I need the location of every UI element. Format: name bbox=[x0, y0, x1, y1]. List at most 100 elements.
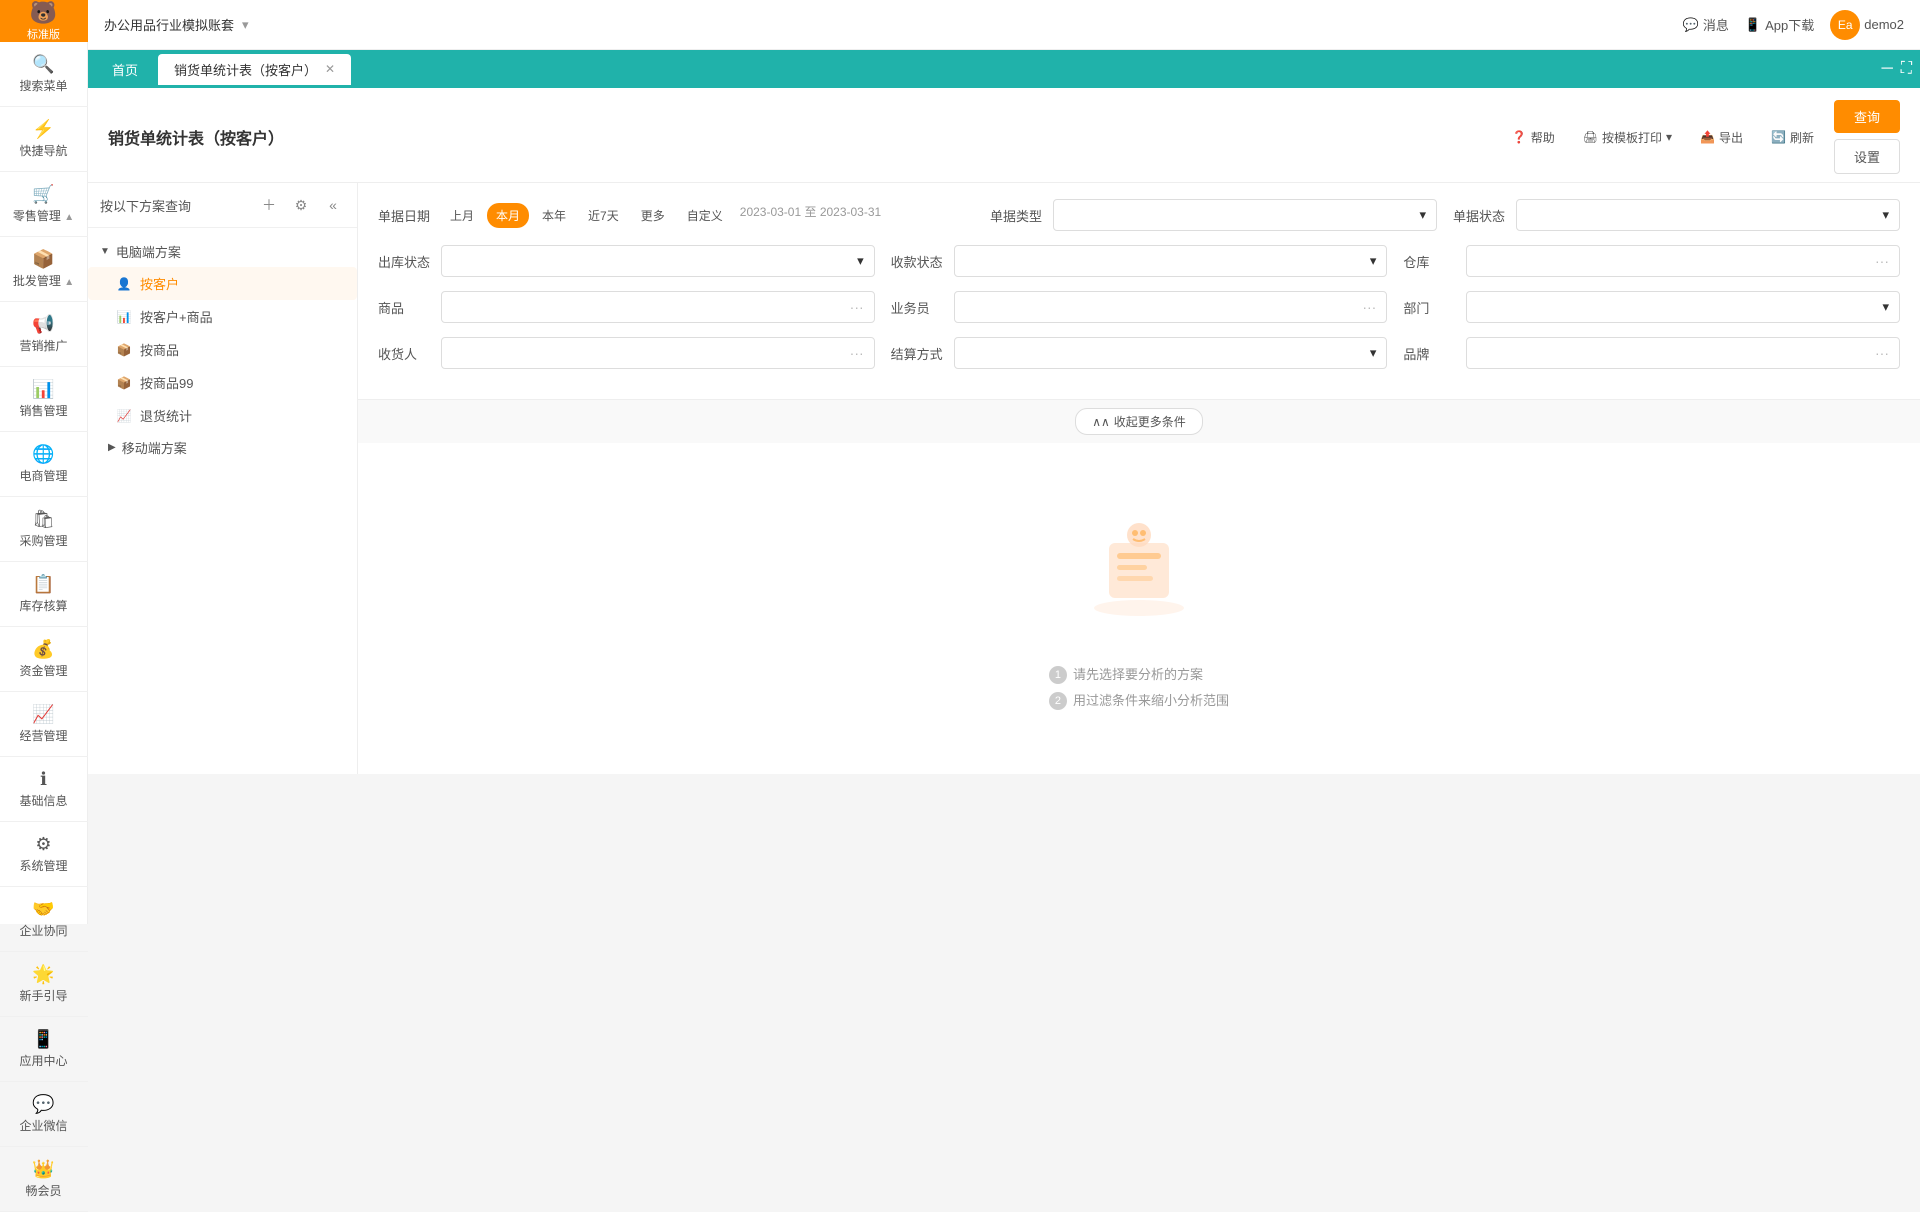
tab-stats[interactable]: 销货单统计表（按客户） ✕ bbox=[158, 54, 351, 85]
salesperson-dots: ··· bbox=[1362, 299, 1376, 315]
empty-hint-1: 1 请先选择要分析的方案 bbox=[1049, 662, 1229, 688]
sidebar-item-marketing[interactable]: 📢 营销推广 bbox=[0, 302, 88, 367]
sidebar-item-appcenter[interactable]: 📱 应用中心 bbox=[0, 1017, 88, 1082]
print-button[interactable]: 🖨 按模板打印 ▾ bbox=[1575, 125, 1680, 150]
user-profile[interactable]: Ea demo2 bbox=[1830, 10, 1904, 40]
tree-section-mobile-header[interactable]: ▶ 移动端方案 bbox=[88, 432, 357, 463]
tree-item-by-customer-goods[interactable]: 📊 按客户+商品 bbox=[88, 300, 357, 333]
filter-doctype-control[interactable]: ▾ bbox=[1053, 199, 1437, 231]
topbar-dropdown-icon[interactable]: ▾ bbox=[242, 17, 249, 33]
message-button[interactable]: 💬 消息 bbox=[1683, 15, 1729, 34]
action-buttons: 查询 设置 bbox=[1834, 100, 1900, 174]
date-tab-lastmonth[interactable]: 上月 bbox=[441, 203, 483, 228]
expand-icon: ▲ bbox=[64, 212, 74, 223]
date-range-display: 2023-03-01 至 2023-03-31 bbox=[740, 203, 881, 228]
sidebar-item-wholesale[interactable]: 📦 批发管理 ▲ bbox=[0, 237, 88, 302]
sidebar-item-shortcut[interactable]: ⚡ 快捷导航 bbox=[0, 107, 88, 172]
sidebar-item-ecommerce[interactable]: 🌐 电商管理 bbox=[0, 432, 88, 497]
tree-expand-icon: ▶ bbox=[108, 442, 116, 453]
filter-warehouse-item: 仓库 ··· bbox=[1403, 245, 1900, 277]
tab-close-icon[interactable]: ✕ bbox=[325, 62, 335, 76]
section-label: 电脑端方案 bbox=[116, 242, 181, 261]
goods-dots: ··· bbox=[850, 299, 864, 315]
tree-section-desktop: ▼ 电脑端方案 👤 按客户 📊 按客户+商品 bbox=[88, 236, 357, 432]
goods99-icon: 📦 bbox=[116, 375, 132, 391]
tree-section-mobile: ▶ 移动端方案 bbox=[88, 432, 357, 463]
filter-date-item: 单据日期 上月 本月 本年 近7天 更多 自定义 bbox=[378, 203, 974, 228]
logo-icon: 🐻 bbox=[30, 0, 57, 26]
refresh-button[interactable]: 🔄 刷新 bbox=[1763, 125, 1822, 150]
filter-goods-control[interactable]: ··· bbox=[441, 291, 875, 323]
export-button[interactable]: 📤 导出 bbox=[1692, 125, 1751, 150]
outstatus-dropdown-icon: ▾ bbox=[857, 253, 864, 269]
collapse-button[interactable]: ∧∧ 收起更多条件 bbox=[1075, 408, 1203, 435]
sidebar-item-label: 新手引导 bbox=[19, 989, 67, 1003]
sidebar-item-member[interactable]: 👑 畅会员 bbox=[0, 1147, 88, 1212]
sidebar-item-search[interactable]: 🔍 搜索菜单 bbox=[0, 42, 88, 107]
filter-salesperson-control[interactable]: ··· bbox=[954, 291, 1388, 323]
purchase-icon: 🛍 bbox=[4, 509, 84, 530]
date-tab-custom[interactable]: 自定义 bbox=[678, 203, 732, 228]
filter-settlement-control[interactable]: ▾ bbox=[954, 337, 1388, 369]
message-icon: 💬 bbox=[1683, 17, 1699, 33]
warehouse-dots: ··· bbox=[1875, 253, 1889, 269]
collapse-bar: ∧∧ 收起更多条件 bbox=[358, 399, 1920, 443]
plan-settings-icon[interactable]: ⚙ bbox=[289, 193, 313, 217]
wholesale-icon: 📦 bbox=[4, 249, 84, 270]
tree-item-return-stats[interactable]: 📈 退货统计 bbox=[88, 399, 357, 432]
tab-home[interactable]: 首页 bbox=[96, 54, 154, 85]
date-tab-thisyear[interactable]: 本年 bbox=[533, 203, 575, 228]
sidebar-item-operation[interactable]: 📈 经营管理 bbox=[0, 692, 88, 757]
filter-docstatus-control[interactable]: ▾ bbox=[1516, 199, 1900, 231]
sidebar-item-retail[interactable]: 🛒 零售管理 ▲ bbox=[0, 172, 88, 237]
help-button[interactable]: ❓ 帮助 bbox=[1504, 125, 1563, 150]
filter-receiptstatus-control[interactable]: ▾ bbox=[954, 245, 1388, 277]
filter-goods-label: 商品 bbox=[378, 298, 433, 317]
date-tab-more[interactable]: 更多 bbox=[632, 203, 674, 228]
print-label: 按模板打印 bbox=[1602, 129, 1662, 146]
tab-maximize-icon[interactable]: ⛶ bbox=[1901, 60, 1912, 78]
date-tab-thismonth[interactable]: 本月 bbox=[487, 203, 529, 228]
tree-item-by-goods[interactable]: 📦 按商品 bbox=[88, 333, 357, 366]
tab-minimize-icon[interactable]: ─ bbox=[1881, 60, 1892, 78]
filter-docstatus-item: 单据状态 ▾ bbox=[1453, 199, 1900, 231]
filter-outstatus-control[interactable]: ▾ bbox=[441, 245, 875, 277]
plan-add-icon[interactable]: ＋ bbox=[257, 193, 281, 217]
app-download-button[interactable]: 📱 App下载 bbox=[1745, 15, 1814, 34]
sidebar-item-label: 搜索菜单 bbox=[19, 79, 67, 93]
filter-warehouse-control[interactable]: ··· bbox=[1466, 245, 1900, 277]
plan-panel-header: 按以下方案查询 ＋ ⚙ « bbox=[88, 183, 357, 228]
customer-goods-icon: 📊 bbox=[116, 309, 132, 325]
tree-section-desktop-header[interactable]: ▼ 电脑端方案 bbox=[88, 236, 357, 267]
sidebar-item-label: 资金管理 bbox=[19, 664, 67, 678]
sidebar-item-inventory[interactable]: 📋 库存核算 bbox=[0, 562, 88, 627]
sidebar-item-wechat[interactable]: 💬 企业微信 bbox=[0, 1082, 88, 1147]
filter-department-item: 部门 ▾ bbox=[1403, 291, 1900, 323]
filter-department-control[interactable]: ▾ bbox=[1466, 291, 1900, 323]
sidebar-logo: 🐻 标准版 bbox=[0, 0, 88, 42]
tree-item-by-goods-99[interactable]: 📦 按商品99 bbox=[88, 366, 357, 399]
sidebar-item-purchase[interactable]: 🛍 采购管理 bbox=[0, 497, 88, 562]
query-button[interactable]: 查询 bbox=[1834, 100, 1900, 133]
sidebar-item-newbie[interactable]: 🌟 新手引导 bbox=[0, 952, 88, 1017]
filter-brand-label: 品牌 bbox=[1403, 344, 1458, 363]
date-tab-7days[interactable]: 近7天 bbox=[579, 203, 628, 228]
plan-collapse-icon[interactable]: « bbox=[321, 193, 345, 217]
sidebar-item-label: 应用中心 bbox=[19, 1054, 67, 1068]
filter-brand-control[interactable]: ··· bbox=[1466, 337, 1900, 369]
sidebar-item-finance[interactable]: 💰 资金管理 bbox=[0, 627, 88, 692]
tree-item-label: 按客户+商品 bbox=[140, 307, 213, 326]
filter-row-3: 商品 ··· 业务员 ··· bbox=[378, 291, 1900, 323]
tree-item-by-customer[interactable]: 👤 按客户 bbox=[88, 267, 357, 300]
app-icon: 📱 bbox=[1745, 17, 1761, 33]
tab-stats-label: 销货单统计表（按客户） bbox=[174, 60, 317, 79]
sidebar-item-basic[interactable]: ℹ 基础信息 bbox=[0, 757, 88, 822]
print-dropdown-icon: ▾ bbox=[1666, 130, 1672, 144]
filter-receiver-control[interactable]: ··· bbox=[441, 337, 875, 369]
tree-item-label: 退货统计 bbox=[140, 406, 192, 425]
settings-button[interactable]: 设置 bbox=[1834, 139, 1900, 174]
sidebar-item-system[interactable]: ⚙ 系统管理 bbox=[0, 822, 88, 887]
sidebar-item-sales[interactable]: 📊 销售管理 bbox=[0, 367, 88, 432]
sidebar-item-enterprise[interactable]: 🤝 企业协同 bbox=[0, 887, 88, 952]
filter-warehouse-label: 仓库 bbox=[1403, 252, 1458, 271]
